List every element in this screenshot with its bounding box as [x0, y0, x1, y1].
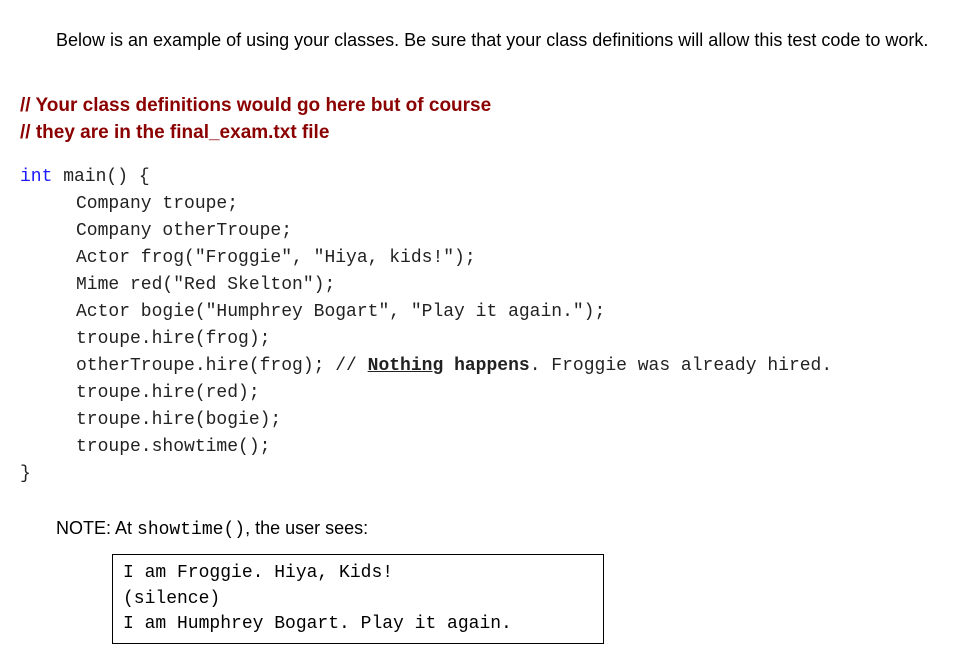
main-sig: main() { — [52, 167, 149, 187]
code-line: Company troupe; — [20, 191, 238, 218]
code-close-brace: } — [20, 464, 31, 484]
code-underline: Nothing — [368, 356, 444, 376]
code-bold: happens — [443, 356, 529, 376]
code-line: troupe.showtime(); — [20, 434, 270, 461]
code-line: troupe.hire(frog); — [20, 326, 270, 353]
keyword-int: int — [20, 167, 52, 187]
code-text: . Froggie was already hired. — [530, 356, 832, 376]
comment-header: // Your class definitions would go here … — [20, 93, 950, 146]
note-prefix: NOTE: At — [56, 518, 137, 538]
comment-line-1: // Your class definitions would go here … — [20, 93, 950, 120]
code-line: Actor frog("Froggie", "Hiya, kids!"); — [20, 245, 476, 272]
intro-paragraph: Below is an example of using your classe… — [56, 28, 950, 53]
output-line: I am Humphrey Bogart. Play it again. — [123, 612, 593, 637]
code-line: troupe.hire(bogie); — [20, 407, 281, 434]
code-line: otherTroupe.hire(frog); // Nothing happe… — [20, 353, 832, 380]
code-line: troupe.hire(red); — [20, 380, 260, 407]
output-line: I am Froggie. Hiya, Kids! — [123, 561, 593, 586]
note-mono: showtime() — [137, 520, 245, 540]
output-box: I am Froggie. Hiya, Kids! (silence) I am… — [112, 554, 604, 644]
note-suffix: , the user sees: — [245, 518, 368, 538]
code-line: Company otherTroupe; — [20, 218, 292, 245]
code-text: otherTroupe.hire(frog); // — [76, 356, 368, 376]
code-block: int main() { Company troupe; Company oth… — [20, 164, 950, 488]
comment-line-2: // they are in the final_exam.txt file — [20, 120, 950, 147]
code-line: Mime red("Red Skelton"); — [20, 272, 335, 299]
note-line: NOTE: At showtime(), the user sees: — [56, 518, 950, 540]
output-line: (silence) — [123, 587, 593, 612]
code-line: Actor bogie("Humphrey Bogart", "Play it … — [20, 299, 605, 326]
